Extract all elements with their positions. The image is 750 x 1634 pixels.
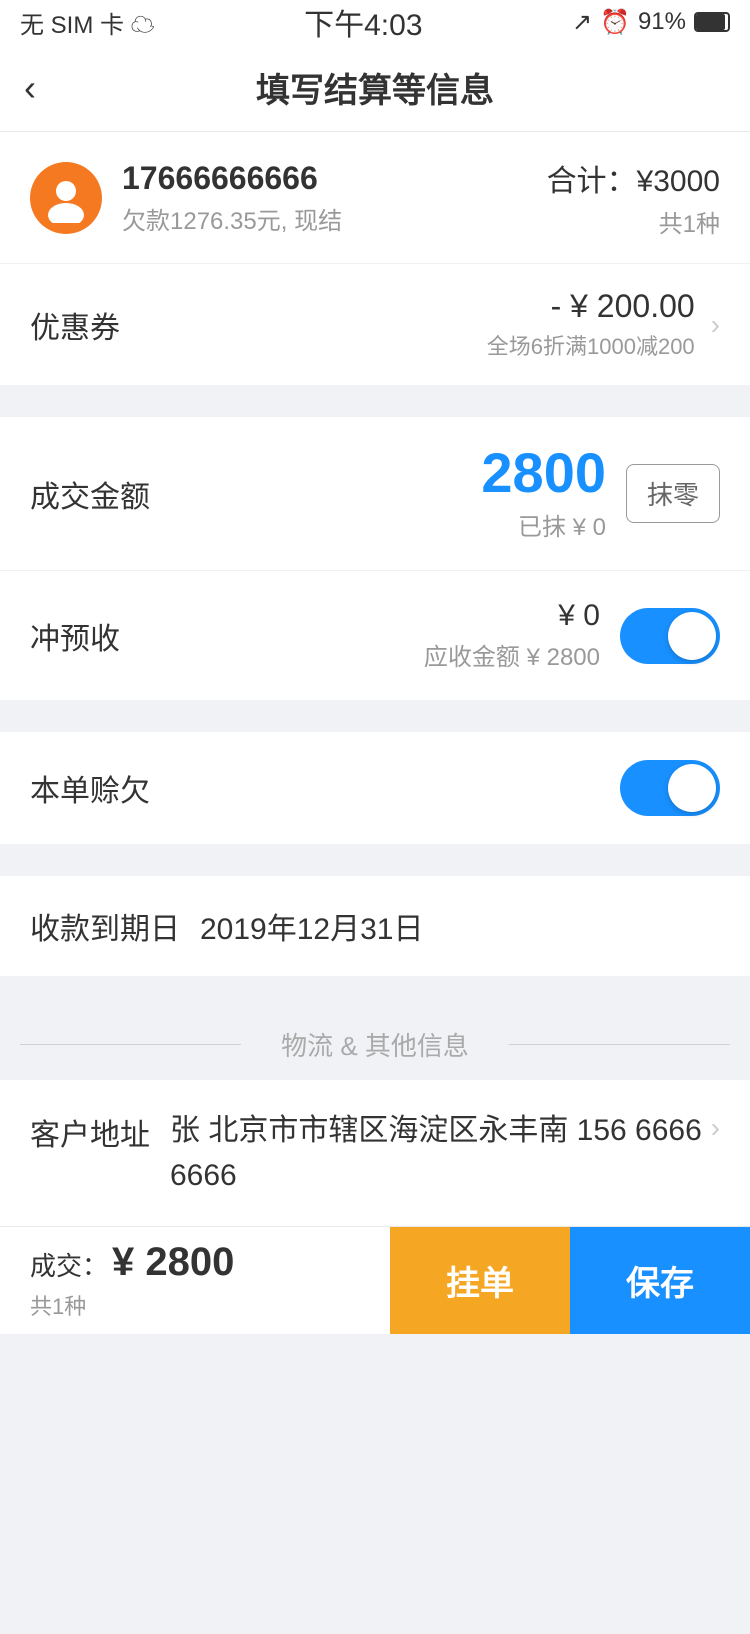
content-scroll: 17666666666 欠款1276.35元, 现结 合计：¥3000 共1种 … <box>0 132 750 1634</box>
battery-icon: ↗ <box>572 8 592 37</box>
due-date-value: 2019年12月31日 <box>200 904 423 948</box>
credit-toggle[interactable] <box>620 760 720 816</box>
status-right: ↗ ⏰ 91% <box>572 8 730 37</box>
battery-indicator <box>694 12 730 32</box>
coupon-row[interactable]: 优惠券 - ¥ 200.00 全场6折满1000减200 › <box>0 263 750 385</box>
address-row[interactable]: 客户地址 张 北京市市辖区海淀区永丰南 156 6666 6666 › <box>0 1080 750 1226</box>
prepay-value: ¥ 0 <box>424 599 600 633</box>
coupon-info: - ¥ 200.00 全场6折满1000减200 <box>487 288 695 361</box>
credit-row: 本单赊欠 <box>0 732 750 844</box>
hang-button[interactable]: 挂单 <box>390 1227 570 1334</box>
prepay-right: ¥ 0 应收金额 ¥ 2800 <box>424 599 720 672</box>
prepay-label: 冲预收 <box>30 614 120 658</box>
footer: 成交： ¥ 2800 共1种 挂单 保存 <box>0 1226 750 1334</box>
section-divider: 物流 & 其他信息 <box>0 1008 750 1080</box>
user-icon <box>41 173 91 223</box>
separator-1 <box>0 401 750 417</box>
customer-row: 17666666666 欠款1276.35元, 现结 合计：¥3000 共1种 <box>0 132 750 263</box>
back-button[interactable]: ‹ <box>24 67 36 109</box>
address-value: 张 北京市市辖区海淀区永丰南 156 6666 6666 <box>170 1108 711 1198</box>
coupon-right: - ¥ 200.00 全场6折满1000减200 › <box>487 288 720 361</box>
due-date-row: 收款到期日 2019年12月31日 <box>0 876 750 976</box>
chevron-right-icon: › <box>711 309 720 341</box>
sim-status: 无 SIM 卡 ☁ <box>20 5 155 40</box>
credit-card: 本单赊欠 <box>0 732 750 844</box>
prepay-sub: 应收金额 ¥ 2800 <box>424 637 600 672</box>
total-amount: 合计：¥3000 <box>547 156 720 200</box>
prepay-toggle[interactable] <box>620 608 720 664</box>
transaction-label: 成交金额 <box>30 472 150 516</box>
prepay-info: ¥ 0 应收金额 ¥ 2800 <box>424 599 600 672</box>
divider-line-right <box>509 1044 730 1045</box>
divider-line-left <box>20 1044 241 1045</box>
customer-left: 17666666666 欠款1276.35元, 现结 <box>30 160 342 236</box>
due-date-label: 收款到期日 <box>30 904 180 948</box>
total-count: 共1种 <box>547 204 720 239</box>
due-date-card: 收款到期日 2019年12月31日 <box>0 876 750 976</box>
footer-deal-label: 成交： <box>30 1246 108 1283</box>
customer-phone: 17666666666 <box>122 160 342 197</box>
nav-bar: ‹ 填写结算等信息 <box>0 44 750 132</box>
separator-3 <box>0 860 750 876</box>
footer-summary: 成交： ¥ 2800 共1种 <box>0 1240 390 1321</box>
customer-info: 17666666666 欠款1276.35元, 现结 <box>122 160 342 236</box>
status-bar: 无 SIM 卡 ☁ 下午4:03 ↗ ⏰ 91% <box>0 0 750 44</box>
section-divider-text: 物流 & 其他信息 <box>281 1026 469 1063</box>
footer-count: 共1种 <box>30 1289 360 1321</box>
round-button[interactable]: 抹零 <box>626 464 720 523</box>
transaction-card: 成交金额 2800 已抹 ¥ 0 抹零 冲预收 ¥ 0 应收金额 ¥ 2800 <box>0 417 750 700</box>
status-left: 无 SIM 卡 ☁ <box>20 5 155 40</box>
address-chevron-icon: › <box>711 1108 720 1144</box>
credit-label: 本单赊欠 <box>30 766 150 810</box>
amount-wrapper: 2800 已抹 ¥ 0 <box>481 445 606 542</box>
separator-2 <box>0 716 750 732</box>
address-label: 客户地址 <box>30 1108 150 1154</box>
clock-icon: ⏰ <box>600 8 630 37</box>
transaction-row: 成交金额 2800 已抹 ¥ 0 抹零 <box>0 417 750 571</box>
transaction-right: 2800 已抹 ¥ 0 抹零 <box>481 445 720 542</box>
footer-amount: ¥ 2800 <box>112 1240 234 1285</box>
transaction-sub: 已抹 ¥ 0 <box>518 507 606 542</box>
customer-right: 合计：¥3000 共1种 <box>547 156 720 239</box>
customer-sub: 欠款1276.35元, 现结 <box>122 201 342 236</box>
prepay-row: 冲预收 ¥ 0 应收金额 ¥ 2800 <box>0 571 750 700</box>
transaction-amount: 2800 <box>481 445 606 501</box>
coupon-desc: 全场6折满1000减200 <box>487 329 695 361</box>
coupon-amount: - ¥ 200.00 <box>487 288 695 325</box>
avatar <box>30 162 102 234</box>
separator-4 <box>0 992 750 1008</box>
save-button[interactable]: 保存 <box>570 1227 750 1334</box>
coupon-label: 优惠券 <box>30 303 120 347</box>
status-time: 下午4:03 <box>304 0 422 44</box>
page-title: 填写结算等信息 <box>256 63 494 112</box>
customer-card: 17666666666 欠款1276.35元, 现结 合计：¥3000 共1种 … <box>0 132 750 385</box>
battery-level: 91% <box>638 8 686 36</box>
